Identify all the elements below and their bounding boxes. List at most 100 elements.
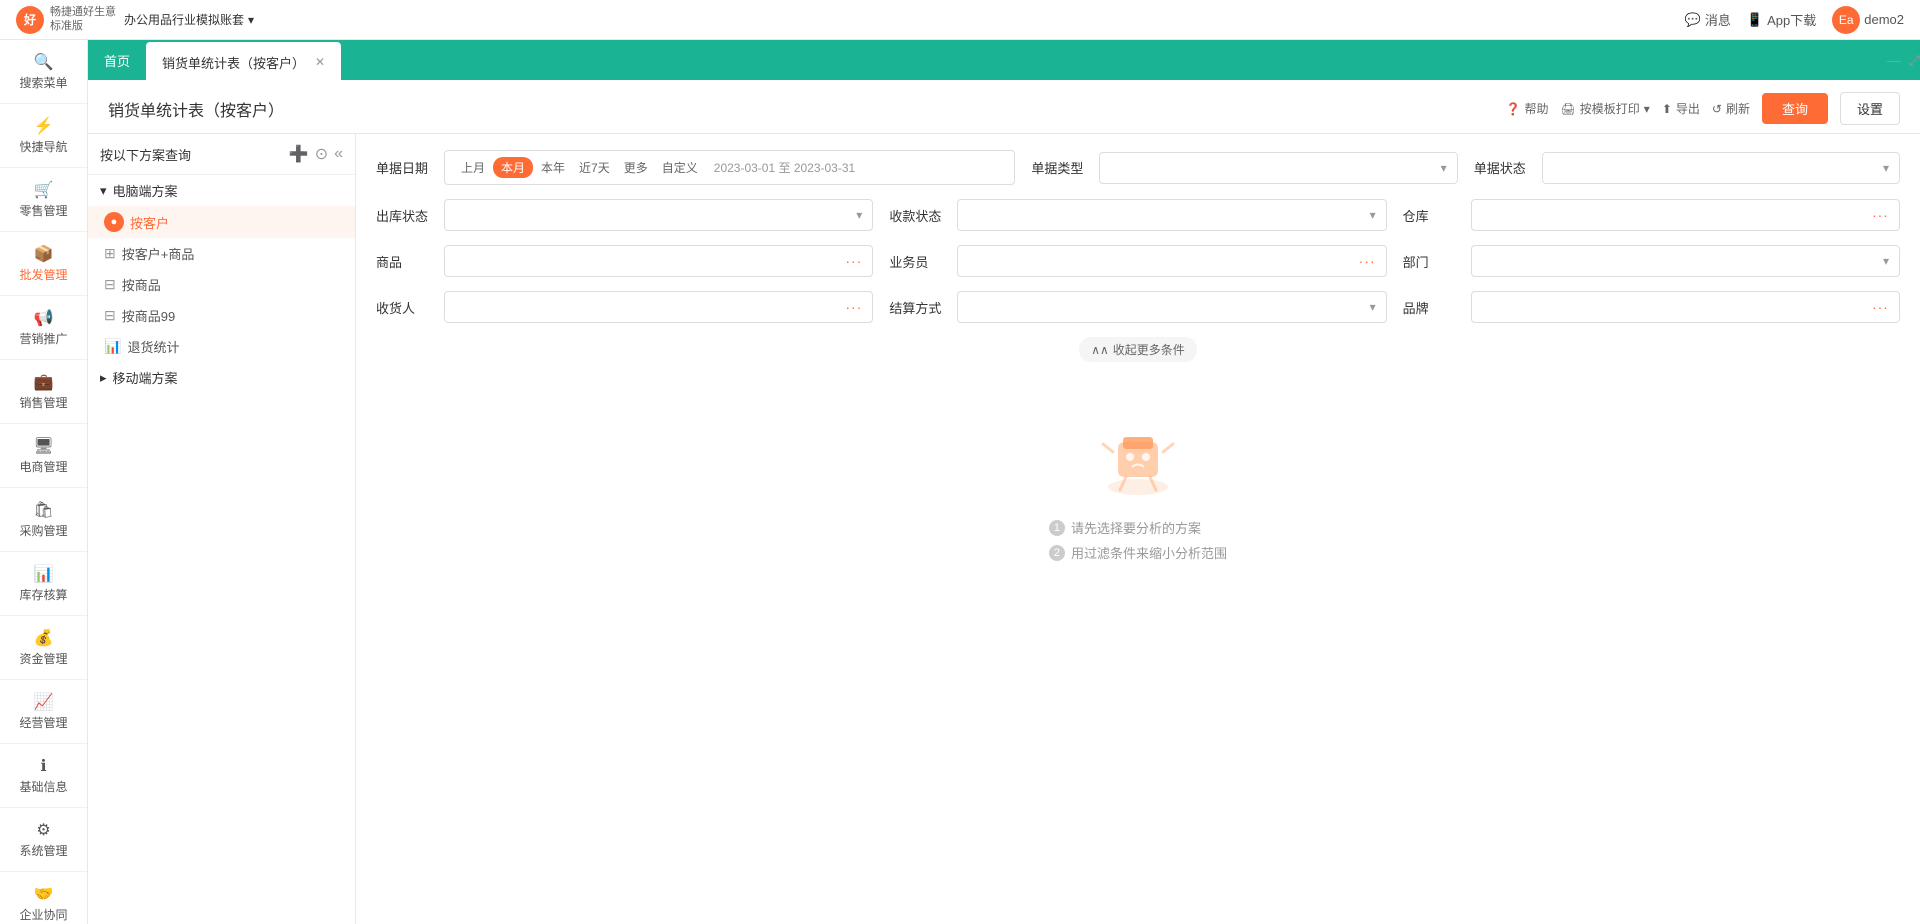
sidebar-item-search-menu[interactable]: 🔍 搜索菜单 — [0, 40, 87, 104]
main-content: 按以下方案查询 ➕ ⊙ « ▾ 电脑端方案 — [88, 134, 1920, 924]
date-tab-last-month[interactable]: 上月 — [455, 157, 491, 178]
sidebar-item-basic-info[interactable]: ℹ 基础信息 — [0, 744, 87, 808]
collapse-icon[interactable]: « — [334, 145, 343, 163]
sidebar-item-operations[interactable]: 📈 经营管理 — [0, 680, 87, 744]
maximize-icon[interactable]: ⤢ — [1909, 52, 1920, 69]
scheme-item-by-goods-99[interactable]: ⊟ 按商品99 — [88, 300, 355, 331]
megaphone-icon: 📢 — [4, 308, 83, 328]
user-menu[interactable]: Ea demo2 — [1832, 6, 1904, 34]
brand-label: 品牌 — [1403, 298, 1463, 317]
date-tab-custom[interactable]: 自定义 — [656, 157, 704, 178]
settlement-select[interactable]: ▾ — [957, 291, 1386, 323]
refresh-btn[interactable]: ↺ 刷新 — [1712, 100, 1750, 117]
tab-close-icon[interactable]: ✕ — [315, 55, 325, 69]
tab-bar: 首页 销货单统计表（按客户） ✕ — ⤢ — [88, 40, 1920, 80]
refresh-icon: ↺ — [1712, 102, 1722, 116]
top-bar: 好 畅捷通好生意 标准版 办公用品行业模拟账套 ▾ 💬 消息 📱 App下载 — [0, 0, 1920, 40]
filter-row-2: 出库状态 ▾ 收款状态 ▾ — [376, 199, 1900, 231]
sidebar-item-enterprise[interactable]: 🤝 企业协同 — [0, 872, 87, 924]
sidebar-item-purchase[interactable]: 🛍 采购管理 — [0, 488, 87, 552]
filter-receiver: 收货人 ··· — [376, 291, 873, 323]
order-type-select[interactable]: ▾ — [1099, 152, 1457, 184]
bar-chart-icon: 📊 — [104, 338, 121, 355]
tab-sales-stat[interactable]: 销货单统计表（按客户） ✕ — [146, 42, 341, 82]
sidebar-item-retail[interactable]: 🛒 零售管理 — [0, 168, 87, 232]
receive-status-select[interactable]: ▾ — [957, 199, 1386, 231]
order-type-label: 单据类型 — [1031, 158, 1091, 177]
collapse-button[interactable]: ∧∧ 收起更多条件 — [1079, 337, 1197, 362]
out-status-select[interactable]: ▾ — [444, 199, 873, 231]
date-input[interactable]: 上月 本月 本年 近7天 更多 自定义 2023-03-01 至 2023-03… — [444, 150, 1015, 185]
tree-group-mobile-header[interactable]: ▸ 移动端方案 — [88, 362, 355, 393]
handshake-icon: 🤝 — [4, 884, 83, 904]
receive-status-label: 收款状态 — [889, 206, 949, 225]
warehouse-select[interactable]: ··· — [1471, 199, 1900, 231]
main-layout: 🔍 搜索菜单 ⚡ 快捷导航 🛒 零售管理 📦 批发管理 📢 营销推广 💼 — [0, 40, 1920, 924]
filter-brand: 品牌 ··· — [1403, 291, 1900, 323]
query-button[interactable]: 查询 — [1762, 93, 1828, 124]
money-icon: 💰 — [4, 628, 83, 648]
sidebar-item-wholesale[interactable]: 📦 批发管理 — [0, 232, 87, 296]
tree-collapse-icon: ▸ — [100, 370, 107, 386]
order-status-arrow-icon: ▾ — [1883, 161, 1889, 175]
info-icon: ℹ — [4, 756, 83, 776]
filter-row-3: 商品 ··· 业务员 ··· — [376, 245, 1900, 277]
scheme-panel-actions: ➕ ⊙ « — [289, 144, 343, 164]
out-status-label: 出库状态 — [376, 206, 436, 225]
chevron-down-icon: ▾ — [248, 13, 254, 27]
help-icon: ❓ — [1506, 102, 1521, 116]
cart-icon: 🛒 — [4, 180, 83, 200]
minimize-icon[interactable]: — — [1887, 52, 1901, 68]
filter-order-status: 单据状态 ▾ — [1474, 152, 1900, 184]
date-tab-this-year[interactable]: 本年 — [535, 157, 571, 178]
top-bar-right: 💬 消息 📱 App下载 Ea demo2 — [1685, 6, 1904, 34]
scheme-panel: 按以下方案查询 ➕ ⊙ « ▾ 电脑端方案 — [88, 134, 356, 924]
date-tab-more[interactable]: 更多 — [618, 157, 654, 178]
sidebar-item-sales[interactable]: 💼 销售管理 — [0, 360, 87, 424]
table-icon: ⊟ — [104, 276, 116, 293]
receiver-select[interactable]: ··· — [444, 291, 873, 323]
sidebar-item-quick-nav[interactable]: ⚡ 快捷导航 — [0, 104, 87, 168]
monitor-icon: 🖥 — [4, 436, 83, 456]
department-select[interactable]: ▾ — [1471, 245, 1900, 277]
message-btn[interactable]: 💬 消息 — [1685, 10, 1731, 29]
collapse-up-icon: ∧∧ — [1091, 343, 1109, 357]
template-print-btn[interactable]: 🖨 按模板打印 ▾ — [1561, 100, 1650, 117]
sidebar-item-marketing[interactable]: 📢 营销推广 — [0, 296, 87, 360]
export-btn[interactable]: ⬆ 导出 — [1662, 100, 1700, 117]
filter-order-type: 单据类型 ▾ — [1031, 152, 1457, 184]
app-download-btn[interactable]: 📱 App下载 — [1747, 10, 1816, 29]
goods-select[interactable]: ··· — [444, 245, 873, 277]
sidebar-item-system[interactable]: ⚙ 系统管理 — [0, 808, 87, 872]
date-tab-this-month[interactable]: 本月 — [493, 157, 533, 178]
edit-scheme-icon[interactable]: ⊙ — [315, 144, 328, 164]
scheme-item-by-goods[interactable]: ⊟ 按商品 — [88, 269, 355, 300]
filter-goods: 商品 ··· — [376, 245, 873, 277]
department-label: 部门 — [1403, 252, 1463, 271]
date-tab-7days[interactable]: 近7天 — [573, 157, 616, 178]
sidebar-item-inventory[interactable]: 📊 库存核算 — [0, 552, 87, 616]
tip-num-1: 1 — [1049, 520, 1065, 536]
sidebar-item-ecommerce[interactable]: 🖥 电商管理 — [0, 424, 87, 488]
brand-select[interactable]: ··· — [1471, 291, 1900, 323]
scheme-panel-header: 按以下方案查询 ➕ ⊙ « — [88, 134, 355, 175]
scheme-item-by-customer[interactable]: ● 按客户 — [88, 206, 355, 238]
goods-more-icon: ··· — [845, 253, 862, 269]
logo-icon: 好 — [16, 6, 44, 34]
logo-area: 好 畅捷通好生意 标准版 — [16, 6, 116, 34]
order-status-select[interactable]: ▾ — [1542, 152, 1900, 184]
empty-tip-2: 2 用过滤条件来缩小分析范围 — [1049, 543, 1227, 562]
scheme-item-by-customer-goods[interactable]: ⊞ 按客户+商品 — [88, 238, 355, 269]
industry-selector[interactable]: 办公用品行业模拟账套 ▾ — [124, 11, 254, 28]
help-btn[interactable]: ❓ 帮助 — [1506, 100, 1549, 117]
settings-button[interactable]: 设置 — [1840, 92, 1900, 125]
filter-department: 部门 ▾ — [1403, 245, 1900, 277]
tab-home[interactable]: 首页 — [88, 40, 146, 80]
tree-group-desktop-header[interactable]: ▾ 电脑端方案 — [88, 175, 355, 206]
salesperson-select[interactable]: ··· — [957, 245, 1386, 277]
collapse-row: ∧∧ 收起更多条件 — [376, 337, 1900, 362]
scheme-item-return-stat[interactable]: 📊 退货统计 — [88, 331, 355, 362]
shopping-icon: 🛍 — [4, 500, 83, 520]
add-scheme-icon[interactable]: ➕ — [289, 144, 309, 164]
sidebar-item-finance[interactable]: 💰 资金管理 — [0, 616, 87, 680]
